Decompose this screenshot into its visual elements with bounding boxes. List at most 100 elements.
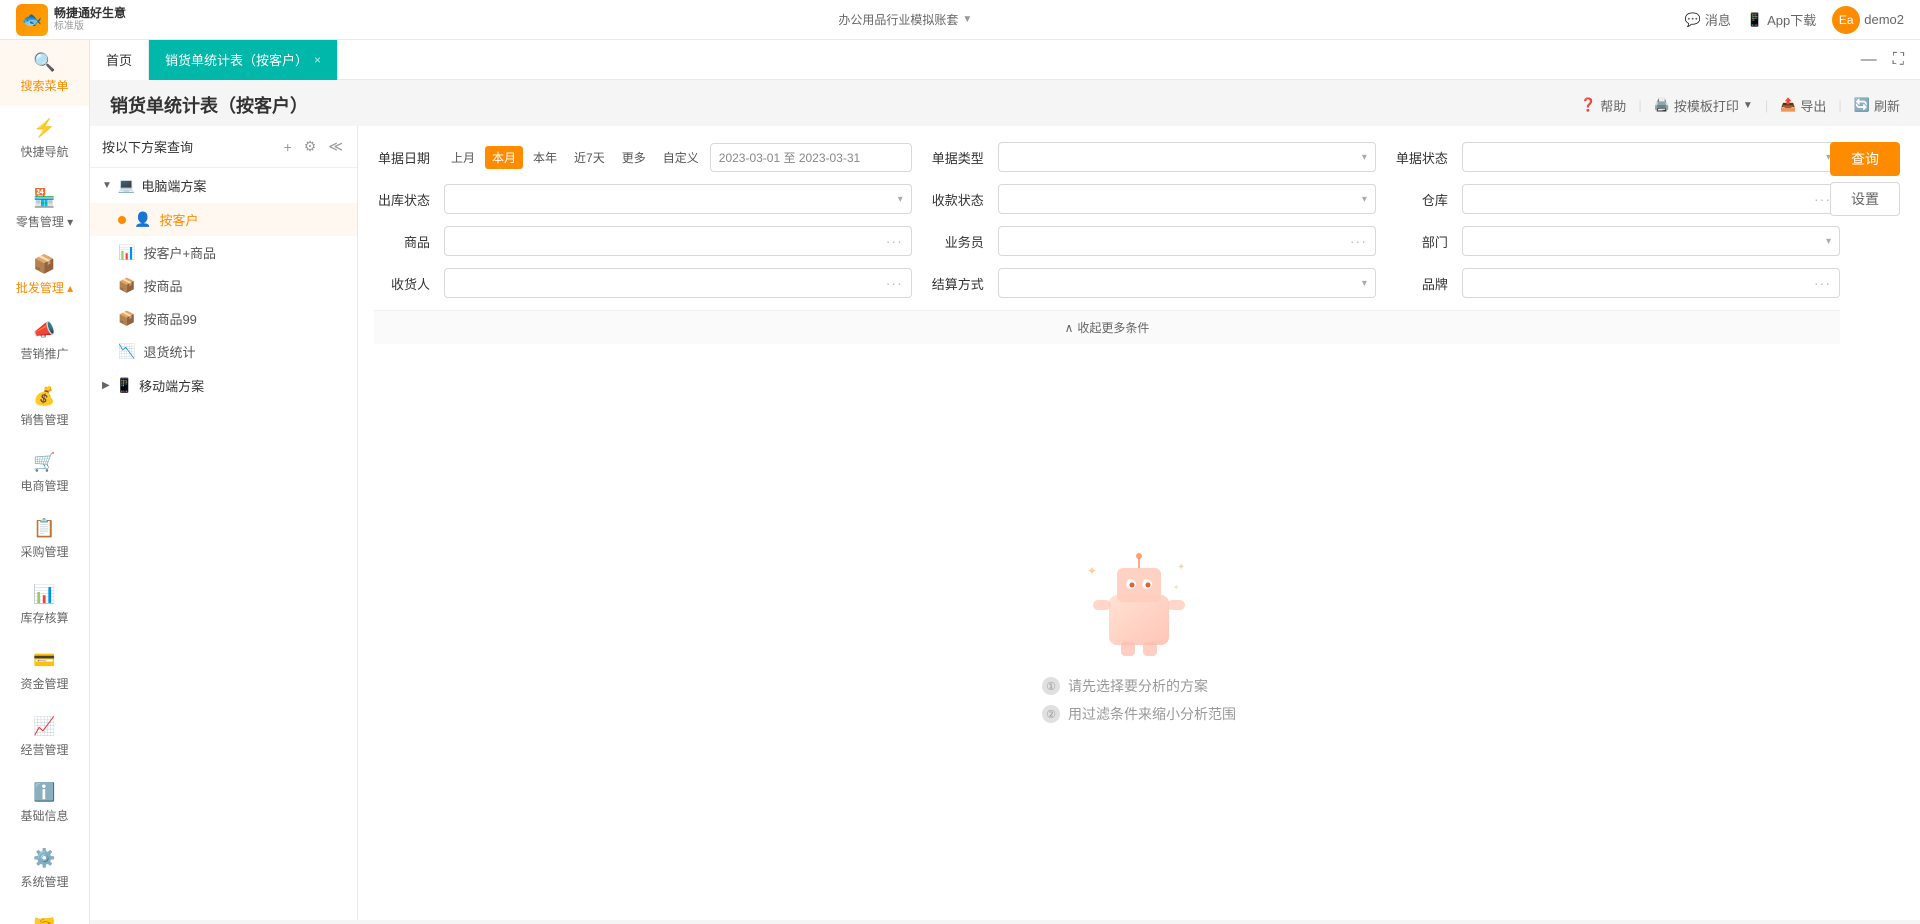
- date-tab-this-month[interactable]: 本月: [485, 146, 523, 169]
- tab-maximize-btn[interactable]: ⛶: [1889, 47, 1908, 73]
- sidebar-item-base[interactable]: ℹ️ 基础信息: [0, 770, 89, 836]
- recipient-control[interactable]: ···: [444, 268, 912, 298]
- sidebar-item-ecommerce[interactable]: 🛒 电商管理: [0, 440, 89, 506]
- scheme-group-desktop-header[interactable]: ▼ 💻 电脑端方案: [90, 168, 357, 203]
- hint-num-2: ②: [1042, 705, 1060, 723]
- brand-dots: ···: [1814, 275, 1831, 291]
- sidebar-item-inventory[interactable]: 📊 库存核算: [0, 572, 89, 638]
- scheme-item-refund-stats[interactable]: 📉 退货统计: [90, 335, 357, 368]
- marketing-icon: 📣: [33, 320, 55, 341]
- refresh-button[interactable]: 🔄 刷新: [1854, 96, 1900, 115]
- mobile-group-arrow: ▶: [102, 380, 110, 391]
- logo-icon: 🐟: [16, 4, 48, 36]
- scheme-settings-btn[interactable]: ⚙: [302, 136, 319, 157]
- sales-icon: 💰: [33, 386, 55, 407]
- payment-status-control[interactable]: ▾: [998, 184, 1376, 214]
- svg-text:✦: ✦: [1087, 564, 1097, 578]
- logo-text: 畅捷通好生意 标准版: [54, 6, 126, 32]
- salesperson-dots: ···: [1350, 233, 1367, 249]
- doc-type-filter: 单据类型 ▾: [928, 142, 1376, 172]
- scheme-collapse-btn[interactable]: ≪: [326, 136, 345, 157]
- product-control[interactable]: ···: [444, 226, 912, 256]
- sidebar-item-marketing[interactable]: 📣 营销推广: [0, 308, 89, 374]
- schemes-header: 按以下方案查询 + ⚙ ≪: [90, 126, 357, 168]
- doc-type-control[interactable]: ▾: [998, 142, 1376, 172]
- export-label: 导出: [1800, 96, 1826, 115]
- print-icon: 🖨️: [1654, 97, 1670, 113]
- scheme-item-by-product[interactable]: 📦 按商品: [90, 269, 357, 302]
- sidebar-item-retail[interactable]: 🏪 零售管理 ▾: [0, 176, 89, 242]
- inventory-icon: 📊: [33, 584, 55, 605]
- doc-status-label: 单据状态: [1392, 148, 1448, 167]
- sidebar-item-sales[interactable]: 💰 销售管理: [0, 374, 89, 440]
- query-button[interactable]: 查询: [1830, 142, 1900, 176]
- out-status-filter: 出库状态 ▾: [374, 184, 912, 214]
- date-tab-this-year[interactable]: 本年: [526, 146, 564, 169]
- sidebar-item-wholesale[interactable]: 📦 批发管理 ▴: [0, 242, 89, 308]
- department-filter: 部门 ▾: [1392, 226, 1840, 256]
- sidebar-item-operations[interactable]: 📈 经营管理: [0, 704, 89, 770]
- scheme-group-mobile: ▶ 📱 移动端方案: [90, 368, 357, 403]
- sidebar-operations-label: 经营管理: [20, 741, 68, 758]
- sidebar-item-finance[interactable]: 💳 资金管理: [0, 638, 89, 704]
- tab-current[interactable]: 销货单统计表（按客户） ×: [149, 40, 338, 80]
- top-bar-left: 🐟 畅捷通好生意 标准版: [16, 4, 126, 36]
- scheme-group-desktop: ▼ 💻 电脑端方案 👤 按客户 📊 按客户+: [90, 168, 357, 368]
- out-status-control[interactable]: ▾: [444, 184, 912, 214]
- salesperson-control[interactable]: ···: [998, 226, 1376, 256]
- user-name: demo2: [1864, 12, 1904, 27]
- message-button[interactable]: 💬 消息: [1685, 10, 1731, 29]
- sidebar-item-enterprise[interactable]: 🤝 企业协同: [0, 902, 89, 924]
- action-buttons: 查询 设置: [1830, 142, 1900, 216]
- logo-sub: 标准版: [54, 21, 126, 33]
- help-button[interactable]: ❓ 帮助: [1580, 96, 1626, 115]
- svg-text:✦: ✦: [1173, 583, 1180, 592]
- user-menu[interactable]: Ea demo2: [1832, 6, 1904, 34]
- date-label: 单据日期: [374, 148, 430, 167]
- content-area: 按以下方案查询 + ⚙ ≪ ▼ 💻: [90, 126, 1920, 920]
- tab-home[interactable]: 首页: [90, 40, 149, 80]
- scheme-item-by-customer-product[interactable]: 📊 按客户+商品: [90, 236, 357, 269]
- recipient-filter: 收货人 ···: [374, 268, 912, 298]
- download-icon: 📱: [1747, 12, 1763, 28]
- refund-stats-icon: 📉: [118, 343, 135, 360]
- brand-label: 品牌: [1392, 274, 1448, 293]
- collapse-bar[interactable]: ∧ 收起更多条件: [374, 310, 1840, 344]
- scheme-item-by-customer[interactable]: 👤 按客户: [90, 203, 357, 236]
- print-button[interactable]: 🖨️ 按模板打印 ▼: [1654, 96, 1753, 115]
- app-download-button[interactable]: 📱 App下载: [1747, 10, 1816, 29]
- date-tab-custom[interactable]: 自定义: [656, 146, 706, 169]
- settings-button[interactable]: 设置: [1830, 182, 1900, 216]
- date-range-input[interactable]: 2023-03-01 至 2023-03-31: [710, 143, 912, 172]
- scheme-group-mobile-header[interactable]: ▶ 📱 移动端方案: [90, 368, 357, 403]
- logo-title: 畅捷通好生意: [54, 6, 126, 20]
- date-tab-last7[interactable]: 近7天: [567, 146, 612, 169]
- date-tab-last-month[interactable]: 上月: [444, 146, 482, 169]
- export-button[interactable]: 📤 导出: [1780, 96, 1826, 115]
- warehouse-control[interactable]: ···: [1462, 184, 1840, 214]
- refund-stats-label: 退货统计: [143, 342, 195, 361]
- date-filter: 单据日期 上月 本月 本年 近7天 更多 自定义: [374, 143, 912, 172]
- settlement-control[interactable]: ▾: [998, 268, 1376, 298]
- breadcrumb-arrow[interactable]: ▼: [962, 14, 972, 25]
- brand-control[interactable]: ···: [1462, 268, 1840, 298]
- date-tabs-group: 上月 本月 本年 近7天 更多 自定义: [444, 146, 706, 169]
- department-control[interactable]: ▾: [1462, 226, 1840, 256]
- sidebar-item-system[interactable]: ⚙️ 系统管理: [0, 836, 89, 902]
- scheme-item-by-product99[interactable]: 📦 按商品99: [90, 302, 357, 335]
- svg-text:✦: ✦: [1177, 562, 1185, 573]
- recipient-label: 收货人: [374, 274, 430, 293]
- doc-status-control[interactable]: ▾: [1462, 142, 1840, 172]
- out-status-arrow: ▾: [898, 194, 903, 205]
- filters-and-results: 单据日期 上月 本月 本年 近7天 更多 自定义: [358, 126, 1920, 920]
- sidebar-item-purchase[interactable]: 📋 采购管理: [0, 506, 89, 572]
- empty-icon: ✦ ✦ ✦: [1079, 540, 1199, 660]
- tab-minimize-btn[interactable]: —: [1857, 47, 1881, 73]
- scheme-add-btn[interactable]: +: [282, 137, 294, 157]
- divider-2: |: [1765, 98, 1768, 113]
- date-tab-more[interactable]: 更多: [615, 146, 653, 169]
- tab-close-icon[interactable]: ×: [314, 53, 321, 67]
- sidebar-item-search[interactable]: 🔍 搜索菜单: [0, 40, 89, 106]
- help-label: 帮助: [1600, 96, 1626, 115]
- sidebar-item-shortcut[interactable]: ⚡ 快捷导航: [0, 106, 89, 172]
